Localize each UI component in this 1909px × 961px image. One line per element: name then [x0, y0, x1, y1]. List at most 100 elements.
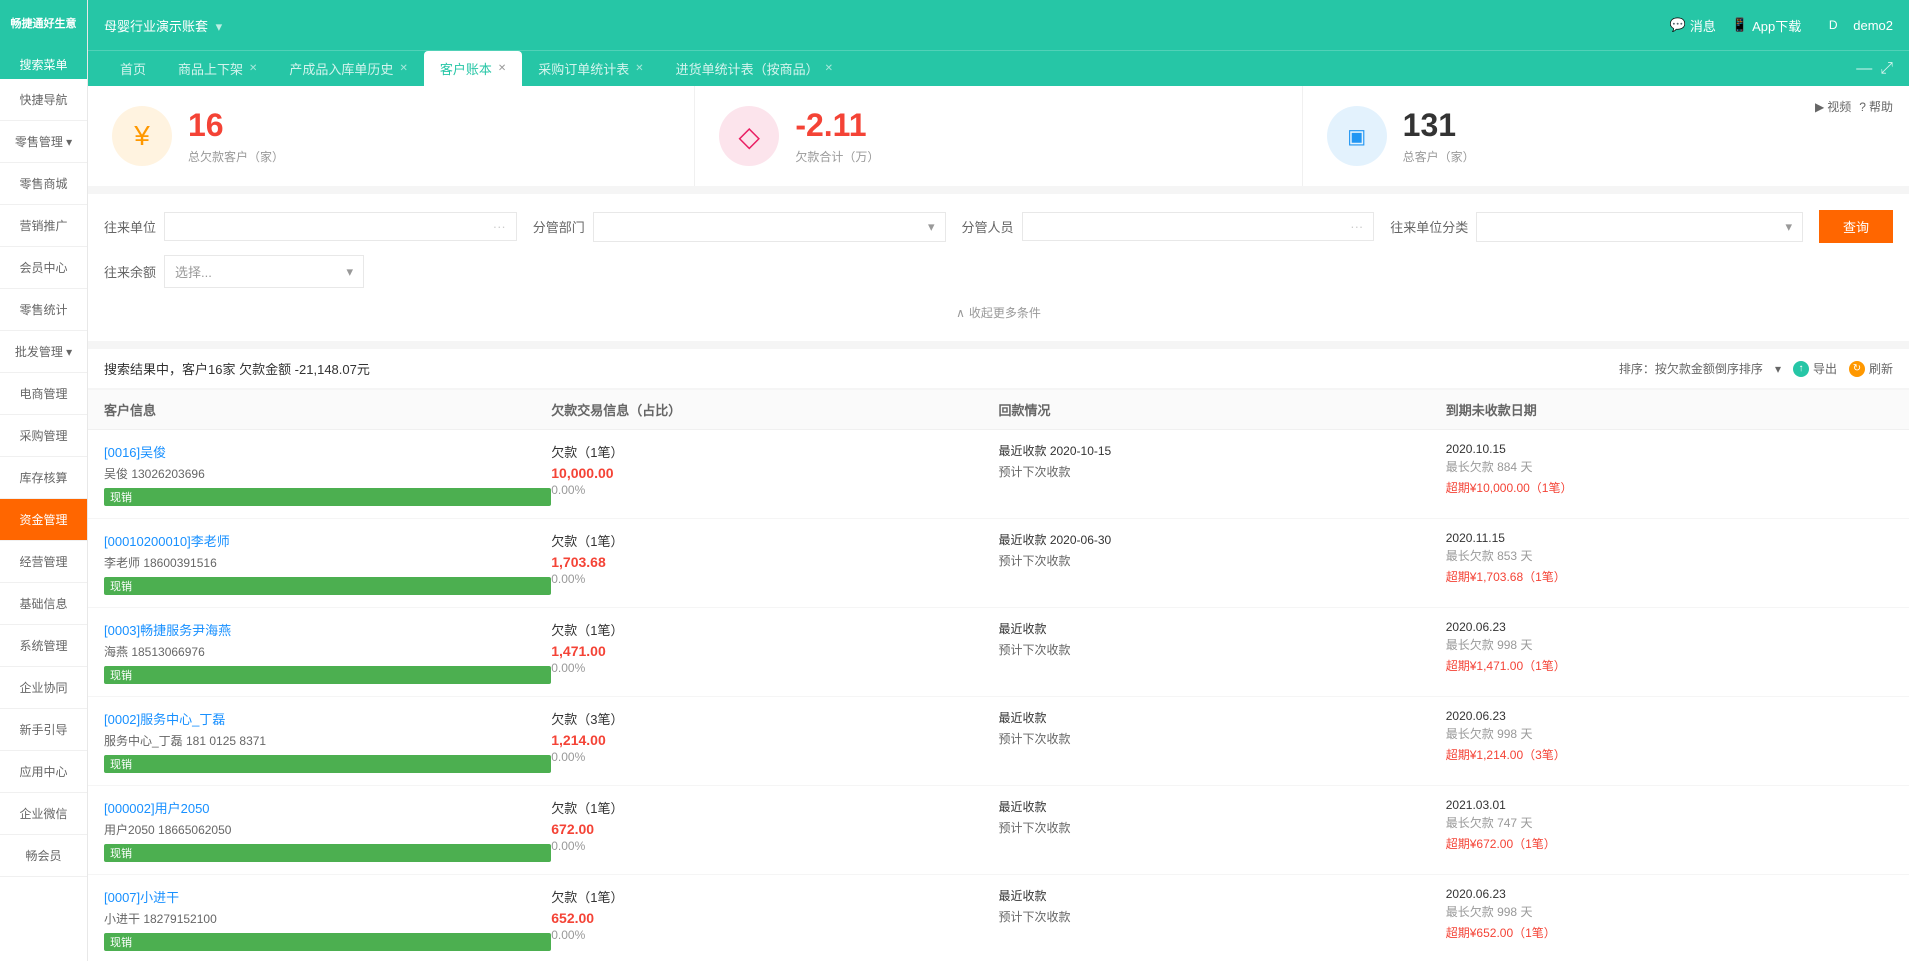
overdue-link[interactable]: 超期¥672.00（1笔）	[1446, 835, 1893, 852]
customer-tag: 现销	[104, 488, 551, 506]
video-link[interactable]: ▶视频	[1815, 98, 1851, 115]
overdue-link[interactable]: 超期¥10,000.00（1笔）	[1446, 479, 1893, 496]
debt-info-cell: 欠款（1笔） 1,471.00 0.00%	[551, 620, 998, 675]
latest-payment: 最近收款 2020-06-30	[999, 531, 1446, 548]
filter-balance: 往来余额 选择... ▾	[104, 255, 1893, 288]
table-row: [0016]吴俊 吴俊 13026203696 现销 欠款（1笔） 10,000…	[88, 430, 1909, 519]
customer-name-link[interactable]: [0007]小进干	[104, 887, 551, 906]
sidebar-item-vip[interactable]: 畅会员	[0, 835, 87, 877]
latest-payment: 最近收款 2020-10-15	[999, 442, 1446, 459]
latest-payment: 最近收款	[999, 709, 1446, 726]
sidebar-item-basic-info[interactable]: 基础信息	[0, 583, 87, 625]
sidebar-item-operation[interactable]: 经营管理	[0, 541, 87, 583]
max-overdue-days: 最长欠款 998 天	[1446, 636, 1893, 653]
customer-info-cell: [000002]用户2050 用户2050 18665062050 现销	[104, 798, 551, 862]
debt-count: 欠款（1笔）	[551, 620, 998, 639]
filter-unit-category: 往来单位分类 ▾	[1390, 212, 1803, 242]
filter-manager-label: 分管人员	[962, 217, 1014, 236]
debt-amount: 1,703.68	[551, 554, 998, 570]
filter-area: 往来单位 ··· 分管部门 ▾ 分管人员	[88, 194, 1909, 341]
sidebar-item-marketing[interactable]: 营销推广	[0, 205, 87, 247]
tabs-minimize-btn[interactable]: —	[1856, 60, 1872, 78]
next-payment: 预计下次收款	[999, 730, 1446, 747]
debt-info-cell: 欠款（1笔） 652.00 0.00%	[551, 887, 998, 942]
source-unit-dots-icon: ···	[493, 219, 506, 234]
help-link[interactable]: ?帮助	[1859, 98, 1893, 115]
tab-close-product-in[interactable]: ✕	[399, 63, 407, 74]
next-payment: 预计下次收款	[999, 463, 1446, 480]
app-download-btn[interactable]: 📱 App下载	[1732, 16, 1801, 35]
due-date-cell: 2020.06.23 最长欠款 998 天 超期¥1,471.00（1笔）	[1446, 620, 1893, 674]
export-btn[interactable]: ↑ 导出	[1793, 360, 1837, 377]
sidebar-item-quick-nav[interactable]: 快捷导航	[0, 79, 87, 121]
debt-percent: 0.00%	[551, 928, 998, 942]
customer-info-cell: [00010200010]李老师 李老师 18600391516 现销	[104, 531, 551, 595]
tab-close-product-offline[interactable]: ✕	[249, 63, 257, 74]
recovery-cell: 最近收款 预计下次收款	[999, 709, 1446, 747]
customer-name-link[interactable]: [0002]服务中心_丁磊	[104, 709, 551, 728]
sidebar-item-retail-store[interactable]: 零售商城	[0, 163, 87, 205]
filter-source-unit-input[interactable]: ···	[164, 212, 517, 241]
sidebar-item-newbie[interactable]: 新手引导	[0, 709, 87, 751]
customer-name-link[interactable]: [000002]用户2050	[104, 798, 551, 817]
due-date-cell: 2020.11.15 最长欠款 853 天 超期¥1,703.68（1笔）	[1446, 531, 1893, 585]
tab-customer-account[interactable]: 客户账本 ✕	[424, 51, 522, 86]
tab-product-in[interactable]: 产成品入库单历史 ✕	[273, 51, 423, 86]
sidebar-item-enterprise[interactable]: 企业协同	[0, 667, 87, 709]
sidebar-item-app-center[interactable]: 应用中心	[0, 751, 87, 793]
sidebar-item-retail-mgmt[interactable]: 零售管理 ▾	[0, 121, 87, 163]
sidebar-item-system[interactable]: 系统管理	[0, 625, 87, 667]
tab-home[interactable]: 首页	[104, 51, 162, 86]
overdue-link[interactable]: 超期¥652.00（1笔）	[1446, 924, 1893, 941]
recovery-cell: 最近收款 2020-06-30 预计下次收款	[999, 531, 1446, 569]
user-avatar-btn[interactable]: D demo2	[1817, 9, 1893, 41]
tab-close-customer-account[interactable]: ✕	[498, 63, 506, 74]
overdue-link[interactable]: 超期¥1,703.68（1笔）	[1446, 568, 1893, 585]
due-date-cell: 2021.03.01 最长欠款 747 天 超期¥672.00（1笔）	[1446, 798, 1893, 852]
filter-dept-select[interactable]: ▾	[593, 212, 946, 242]
table-header-debt: 欠款交易信息（占比）	[551, 400, 998, 419]
overdue-link[interactable]: 超期¥1,214.00（3笔）	[1446, 746, 1893, 763]
sidebar-item-wecom[interactable]: 企业微信	[0, 793, 87, 835]
sidebar-item-batch-mgmt[interactable]: 批发管理 ▾	[0, 331, 87, 373]
tab-purchase-order[interactable]: 采购订单统计表 ✕	[522, 51, 659, 86]
summary-bar: 搜索结果中，客户16家 欠款金额 -21,148.07元 排序：按欠款金额倒序排…	[88, 349, 1909, 388]
sidebar-logo-text: 畅捷通好生意	[11, 18, 77, 31]
filter-source-unit-label: 往来单位	[104, 217, 156, 236]
filter-manager-input[interactable]: ···	[1022, 212, 1375, 241]
table-container: 客户信息 欠款交易信息（占比） 回款情况 到期未收款日期 [0016]吴俊 吴俊…	[88, 390, 1909, 961]
filter-balance-label: 往来余额	[104, 262, 156, 281]
refresh-btn[interactable]: ↻ 刷新	[1849, 360, 1893, 377]
tab-close-purchase-stats[interactable]: ✕	[825, 63, 833, 74]
customer-name-link[interactable]: [00010200010]李老师	[104, 531, 551, 550]
table-row: [00010200010]李老师 李老师 18600391516 现销 欠款（1…	[88, 519, 1909, 608]
debt-percent: 0.00%	[551, 661, 998, 675]
sidebar-search[interactable]: 搜索菜单	[0, 50, 87, 79]
tab-product-offline[interactable]: 商品上下架 ✕	[162, 51, 273, 86]
due-date: 2020.06.23	[1446, 709, 1893, 723]
customer-name-link[interactable]: [0016]吴俊	[104, 442, 551, 461]
sidebar-item-retail-stats[interactable]: 零售统计	[0, 289, 87, 331]
message-btn[interactable]: 💬 消息	[1670, 16, 1716, 35]
table-row: [000002]用户2050 用户2050 18665062050 现销 欠款（…	[88, 786, 1909, 875]
sidebar-item-inventory[interactable]: 库存核算	[0, 457, 87, 499]
tab-purchase-stats[interactable]: 进货单统计表（按商品） ✕	[660, 51, 849, 86]
sidebar-item-member[interactable]: 会员中心	[0, 247, 87, 289]
customer-name-link[interactable]: [0003]畅捷服务尹海燕	[104, 620, 551, 639]
collapse-filters-btn[interactable]: ∧ 收起更多条件	[104, 300, 1893, 325]
sidebar-item-purchase[interactable]: 采购管理	[0, 415, 87, 457]
recovery-cell: 最近收款 预计下次收款	[999, 887, 1446, 925]
summary-text: 搜索结果中，客户16家 欠款金额 -21,148.07元	[104, 359, 370, 378]
tabs-expand-btn[interactable]: ⤢	[1880, 60, 1893, 78]
tab-close-purchase-order[interactable]: ✕	[635, 63, 643, 74]
balance-arrow-icon: ▾	[346, 264, 353, 280]
export-icon: ↑	[1793, 361, 1809, 377]
search-button[interactable]: 查询	[1819, 210, 1893, 243]
filter-unit-category-select[interactable]: ▾	[1476, 212, 1803, 242]
overdue-link[interactable]: 超期¥1,471.00（1笔）	[1446, 657, 1893, 674]
dept-select-arrow-icon: ▾	[928, 219, 935, 235]
filter-balance-select[interactable]: 选择... ▾	[164, 255, 364, 288]
sidebar-item-finance[interactable]: 资金管理	[0, 499, 87, 541]
latest-payment: 最近收款	[999, 798, 1446, 815]
sidebar-item-ecommerce[interactable]: 电商管理	[0, 373, 87, 415]
